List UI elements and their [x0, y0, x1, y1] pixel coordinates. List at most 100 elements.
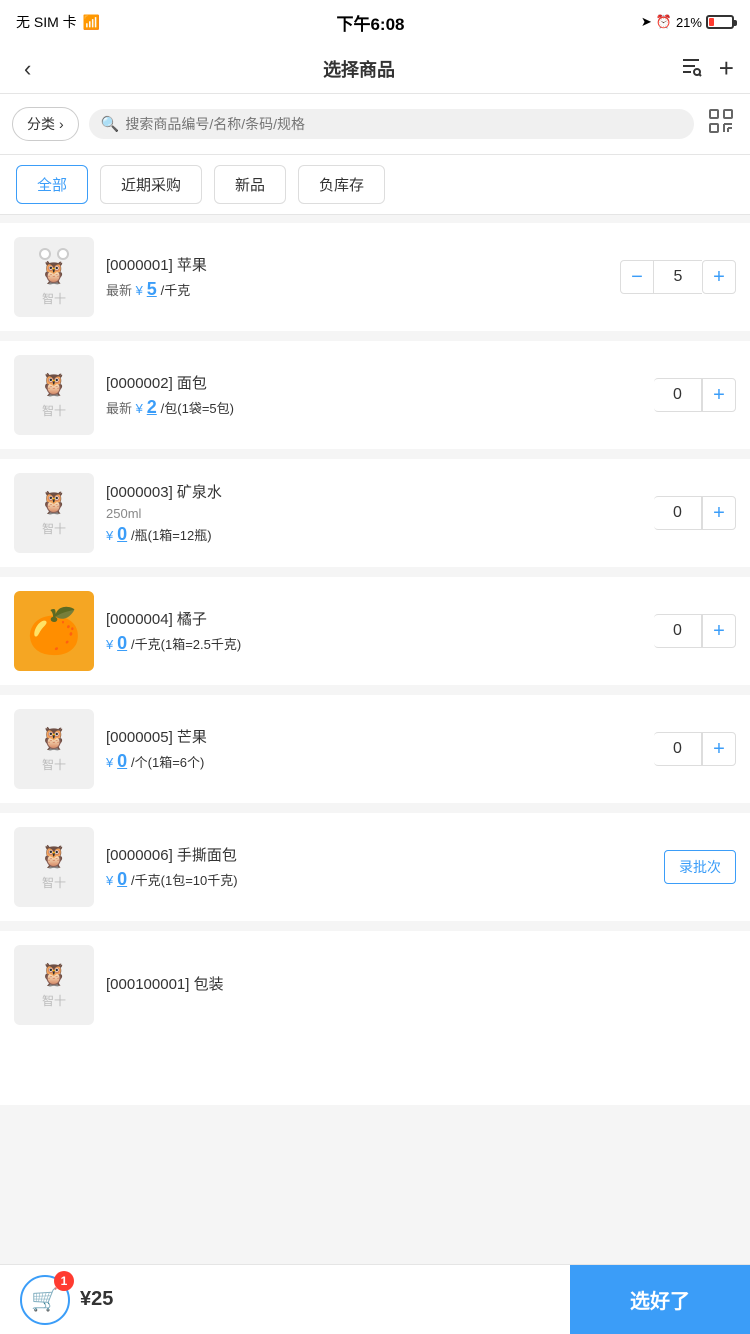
- qty-control-0000001: − +: [620, 260, 736, 294]
- confirm-button[interactable]: 选好了: [570, 1265, 750, 1334]
- product-name: [0000003] 矿泉水: [106, 481, 642, 502]
- price-unit: /包(1袋=5包): [161, 401, 234, 416]
- product-price: ¥ 0 /千克(1箱=2.5千克): [106, 633, 642, 654]
- qty-input[interactable]: [654, 732, 702, 766]
- price-value: 0: [117, 869, 127, 889]
- product-image-0000006: 🦉 智十: [14, 827, 94, 907]
- alarm-icon: ⏰: [656, 14, 672, 30]
- category-label: 分类: [27, 114, 55, 134]
- price-unit: /千克(1包=10千克): [131, 873, 238, 888]
- tab-negative[interactable]: 负库存: [298, 165, 385, 204]
- price-unit: /个(1箱=6个): [131, 755, 204, 770]
- nav-actions: +: [679, 53, 734, 84]
- cart-icon: 🛒: [31, 1287, 58, 1313]
- qty-control-0000003: +: [654, 496, 736, 530]
- product-info-0000001: [0000001] 苹果 最新 ¥ 5 /千克: [106, 254, 608, 300]
- qty-plus-button[interactable]: +: [702, 732, 736, 766]
- add-icon[interactable]: +: [719, 53, 734, 84]
- qty-minus-button[interactable]: −: [620, 260, 654, 294]
- search-icon: 🔍: [101, 115, 120, 133]
- price-symbol: ¥: [136, 283, 143, 298]
- product-image-0000001: 🦉 智十: [14, 237, 94, 317]
- product-name: [000100001] 包装: [106, 973, 736, 994]
- qty-plus-button[interactable]: +: [702, 614, 736, 648]
- tabs-bar: 全部 近期采购 新品 负库存: [0, 155, 750, 215]
- search-bar: 🔍: [89, 109, 694, 139]
- category-chevron: ›: [59, 116, 64, 132]
- placeholder-logo: 🦉 智十: [40, 844, 67, 891]
- filter-icon[interactable]: [679, 54, 703, 84]
- list-item: 🦉 智十 [0000002] 面包 最新 ¥ 2 /包(1袋=5包) +: [0, 341, 750, 449]
- product-image-0000003: 🦉 智十: [14, 473, 94, 553]
- battery-icon: [706, 15, 734, 29]
- price-symbol: ¥: [106, 873, 113, 888]
- product-image-0000004: 🍊: [14, 591, 94, 671]
- qty-control-0000002: +: [654, 378, 736, 412]
- list-item: 🦉 智十 [0000003] 矿泉水 250ml ¥ 0 /瓶(1箱=12瓶) …: [0, 459, 750, 567]
- qty-control-0000005: +: [654, 732, 736, 766]
- price-value: 0: [117, 751, 127, 771]
- price-unit: /千克(1箱=2.5千克): [131, 637, 241, 652]
- batch-button[interactable]: 录批次: [664, 850, 736, 884]
- product-price: 最新 ¥ 2 /包(1袋=5包): [106, 397, 642, 418]
- product-list: 🦉 智十 [0000001] 苹果 最新 ¥ 5 /千克 − + 🦉 智十: [0, 223, 750, 1105]
- price-symbol: ¥: [136, 401, 143, 416]
- status-left: 无 SIM 卡 📶: [16, 12, 100, 32]
- cart-badge: 1: [54, 1271, 74, 1291]
- qty-plus-button[interactable]: +: [702, 496, 736, 530]
- list-item: 🦉 智十 [0000001] 苹果 最新 ¥ 5 /千克 − +: [0, 223, 750, 331]
- price-prefix: 最新: [106, 401, 136, 416]
- category-button[interactable]: 分类 ›: [12, 107, 79, 141]
- product-name: [0000006] 手撕面包: [106, 844, 652, 865]
- cart-total: ¥25: [80, 1288, 113, 1311]
- scan-icon[interactable]: [704, 104, 738, 144]
- price-symbol: ¥: [106, 755, 113, 770]
- list-item: 🦉 智十 [0000006] 手撕面包 ¥ 0 /千克(1包=10千克) 录批次: [0, 813, 750, 921]
- qty-input[interactable]: [654, 378, 702, 412]
- carrier-text: 无 SIM 卡: [16, 12, 77, 32]
- product-info-0000004: [0000004] 橘子 ¥ 0 /千克(1箱=2.5千克): [106, 608, 642, 654]
- tab-new[interactable]: 新品: [214, 165, 286, 204]
- list-item: 🦉 智十 [000100001] 包装: [0, 931, 750, 1105]
- product-image-000100001: 🦉 智十: [14, 945, 94, 1025]
- location-icon: ➤: [641, 14, 652, 30]
- status-bar: 无 SIM 卡 📶 下午6:08 ➤ ⏰ 21%: [0, 0, 750, 44]
- tab-recent[interactable]: 近期采购: [100, 165, 202, 204]
- price-value: 5: [147, 279, 157, 299]
- qty-input[interactable]: [654, 496, 702, 530]
- product-info-0000006: [0000006] 手撕面包 ¥ 0 /千克(1包=10千克): [106, 844, 652, 890]
- product-info-0000003: [0000003] 矿泉水 250ml ¥ 0 /瓶(1箱=12瓶): [106, 481, 642, 545]
- list-item: 🍊 [0000004] 橘子 ¥ 0 /千克(1箱=2.5千克) +: [0, 577, 750, 685]
- back-button[interactable]: ‹: [16, 48, 39, 90]
- price-symbol: ¥: [106, 528, 113, 543]
- qty-plus-button[interactable]: +: [702, 378, 736, 412]
- qty-plus-button[interactable]: +: [702, 260, 736, 294]
- product-name: [0000001] 苹果: [106, 254, 608, 275]
- product-spec: 250ml: [106, 506, 642, 521]
- product-info-0000005: [0000005] 芒果 ¥ 0 /个(1箱=6个): [106, 726, 642, 772]
- product-image-0000002: 🦉 智十: [14, 355, 94, 435]
- status-time: 下午6:08: [336, 10, 404, 35]
- price-value: 0: [117, 633, 127, 653]
- placeholder-logo: 🦉 智十: [40, 490, 67, 537]
- price-value: 0: [117, 524, 127, 544]
- cart-icon-button[interactable]: 🛒 1: [20, 1275, 70, 1325]
- price-unit: /千克: [161, 283, 191, 298]
- placeholder-logo: 🦉 智十: [40, 726, 67, 773]
- product-image-0000005: 🦉 智十: [14, 709, 94, 789]
- battery-text: 21%: [676, 15, 702, 30]
- price-unit: /瓶(1箱=12瓶): [131, 528, 212, 543]
- product-name: [0000004] 橘子: [106, 608, 642, 629]
- search-input[interactable]: [125, 116, 682, 132]
- cart-section: 🛒 1 ¥25: [0, 1275, 570, 1325]
- filter-bar: 分类 › 🔍: [0, 94, 750, 155]
- price-prefix: 最新: [106, 283, 136, 298]
- qty-input[interactable]: [654, 260, 702, 294]
- list-item: 🦉 智十 [0000005] 芒果 ¥ 0 /个(1箱=6个) +: [0, 695, 750, 803]
- product-name: [0000005] 芒果: [106, 726, 642, 747]
- tab-all[interactable]: 全部: [16, 165, 88, 204]
- bottom-bar: 🛒 1 ¥25 选好了: [0, 1264, 750, 1334]
- wifi-icon: 📶: [83, 14, 100, 31]
- qty-input[interactable]: [654, 614, 702, 648]
- placeholder-logo: 🦉 智十: [40, 962, 67, 1009]
